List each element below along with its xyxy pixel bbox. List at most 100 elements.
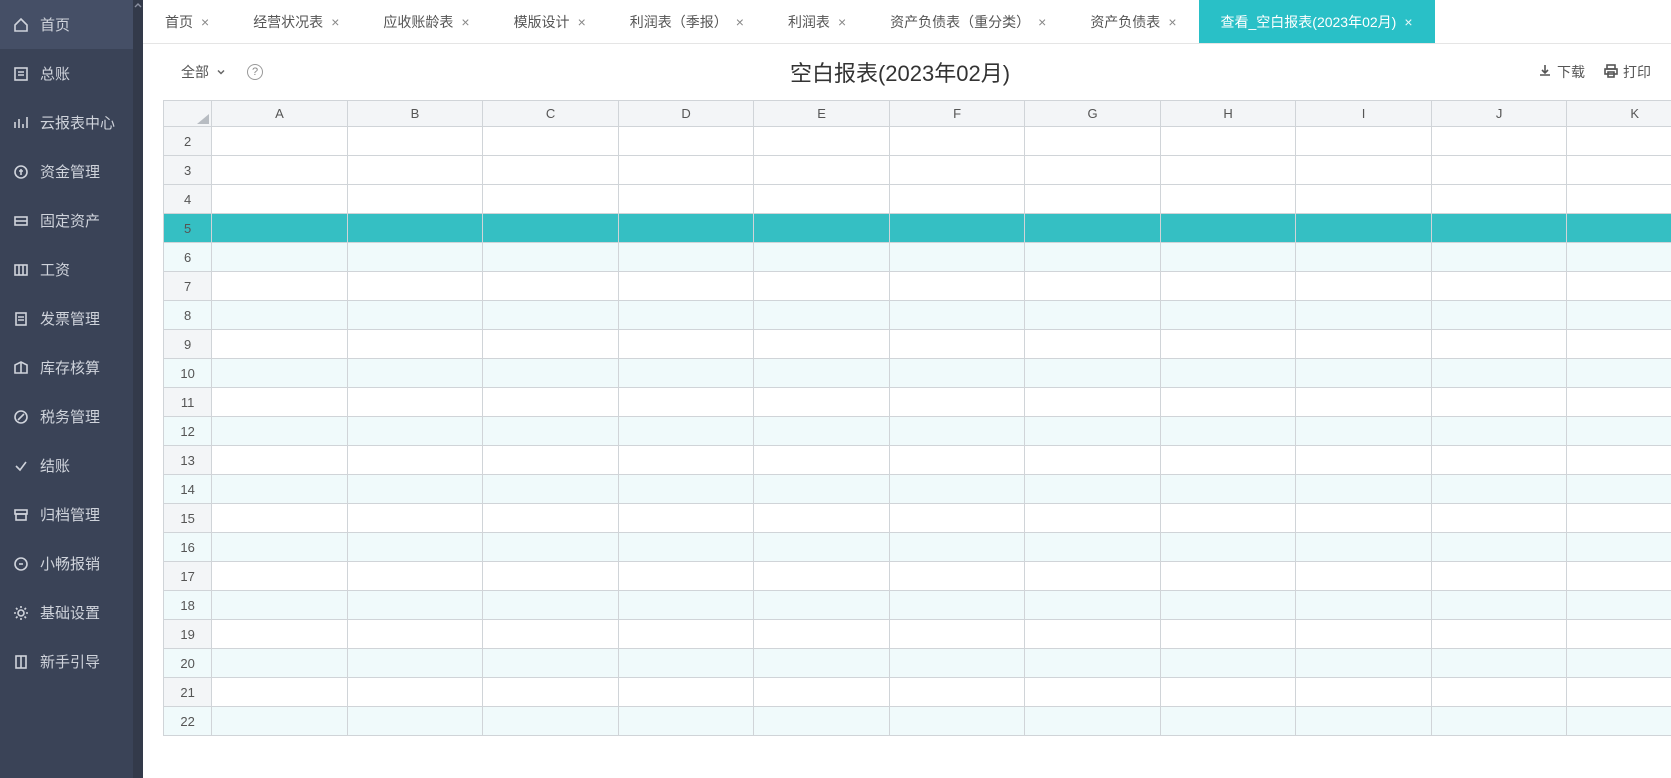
sheet-corner[interactable] [164,101,212,127]
cell-E4[interactable] [754,185,890,214]
col-header-E[interactable]: E [754,101,890,127]
cell-B3[interactable] [347,156,483,185]
cell-B8[interactable] [347,301,483,330]
cell-H17[interactable] [1160,562,1296,591]
cell-F18[interactable] [889,591,1025,620]
cell-F10[interactable] [889,359,1025,388]
cell-D21[interactable] [618,678,754,707]
cell-E3[interactable] [754,156,890,185]
cell-I2[interactable] [1296,127,1432,156]
cell-G3[interactable] [1025,156,1161,185]
cell-F22[interactable] [889,707,1025,736]
cell-C8[interactable] [483,301,619,330]
cell-A4[interactable] [212,185,348,214]
cell-F6[interactable] [889,243,1025,272]
cell-I8[interactable] [1296,301,1432,330]
cell-H3[interactable] [1160,156,1296,185]
cell-D16[interactable] [618,533,754,562]
tab-4[interactable]: 利润表（季报）× [608,0,766,43]
cell-A8[interactable] [212,301,348,330]
sidebar-item-13[interactable]: 新手引导 [0,637,143,686]
print-button[interactable]: 打印 [1603,62,1651,82]
cell-B11[interactable] [347,388,483,417]
cell-A10[interactable] [212,359,348,388]
tab-0[interactable]: 首页× [143,0,231,43]
cell-A6[interactable] [212,243,348,272]
cell-K8[interactable] [1567,301,1671,330]
cell-K14[interactable] [1567,475,1671,504]
close-icon[interactable]: × [736,14,744,30]
cell-B20[interactable] [347,649,483,678]
cell-C7[interactable] [483,272,619,301]
cell-C3[interactable] [483,156,619,185]
cell-C10[interactable] [483,359,619,388]
cell-J4[interactable] [1431,185,1567,214]
cell-E10[interactable] [754,359,890,388]
cell-A21[interactable] [212,678,348,707]
row-header[interactable]: 6 [164,243,212,272]
cell-C14[interactable] [483,475,619,504]
cell-K19[interactable] [1567,620,1671,649]
cell-G10[interactable] [1025,359,1161,388]
cell-H11[interactable] [1160,388,1296,417]
cell-J22[interactable] [1431,707,1567,736]
cell-I14[interactable] [1296,475,1432,504]
cell-I13[interactable] [1296,446,1432,475]
cell-K17[interactable] [1567,562,1671,591]
row-header[interactable]: 11 [164,388,212,417]
cell-F11[interactable] [889,388,1025,417]
cell-A18[interactable] [212,591,348,620]
cell-K20[interactable] [1567,649,1671,678]
row-header[interactable]: 15 [164,504,212,533]
cell-A9[interactable] [212,330,348,359]
col-header-A[interactable]: A [212,101,348,127]
cell-C5[interactable] [483,214,619,243]
cell-B16[interactable] [347,533,483,562]
cell-G4[interactable] [1025,185,1161,214]
cell-J21[interactable] [1431,678,1567,707]
sidebar-item-1[interactable]: 总账 [0,49,143,98]
close-icon[interactable]: × [838,14,846,30]
cell-J6[interactable] [1431,243,1567,272]
tab-7[interactable]: 资产负债表× [1068,0,1198,43]
cell-B17[interactable] [347,562,483,591]
cell-C16[interactable] [483,533,619,562]
cell-A15[interactable] [212,504,348,533]
col-header-K[interactable]: K [1567,101,1671,127]
cell-E14[interactable] [754,475,890,504]
cell-H16[interactable] [1160,533,1296,562]
cell-A13[interactable] [212,446,348,475]
cell-A16[interactable] [212,533,348,562]
cell-I18[interactable] [1296,591,1432,620]
cell-H10[interactable] [1160,359,1296,388]
col-header-G[interactable]: G [1025,101,1161,127]
cell-F2[interactable] [889,127,1025,156]
cell-C11[interactable] [483,388,619,417]
cell-I10[interactable] [1296,359,1432,388]
cell-H9[interactable] [1160,330,1296,359]
cell-H18[interactable] [1160,591,1296,620]
cell-D22[interactable] [618,707,754,736]
cell-A14[interactable] [212,475,348,504]
cell-C13[interactable] [483,446,619,475]
cell-F15[interactable] [889,504,1025,533]
sidebar-item-2[interactable]: 云报表中心 [0,98,143,147]
row-header[interactable]: 22 [164,707,212,736]
row-header[interactable]: 14 [164,475,212,504]
cell-B9[interactable] [347,330,483,359]
cell-G13[interactable] [1025,446,1161,475]
cell-K4[interactable] [1567,185,1671,214]
cell-J16[interactable] [1431,533,1567,562]
cell-J11[interactable] [1431,388,1567,417]
cell-F12[interactable] [889,417,1025,446]
cell-D13[interactable] [618,446,754,475]
cell-D19[interactable] [618,620,754,649]
cell-I12[interactable] [1296,417,1432,446]
help-icon[interactable]: ? [247,64,263,80]
cell-F9[interactable] [889,330,1025,359]
row-header[interactable]: 13 [164,446,212,475]
close-icon[interactable]: × [201,14,209,30]
cell-K5[interactable] [1567,214,1671,243]
row-header[interactable]: 10 [164,359,212,388]
cell-D5[interactable] [618,214,754,243]
